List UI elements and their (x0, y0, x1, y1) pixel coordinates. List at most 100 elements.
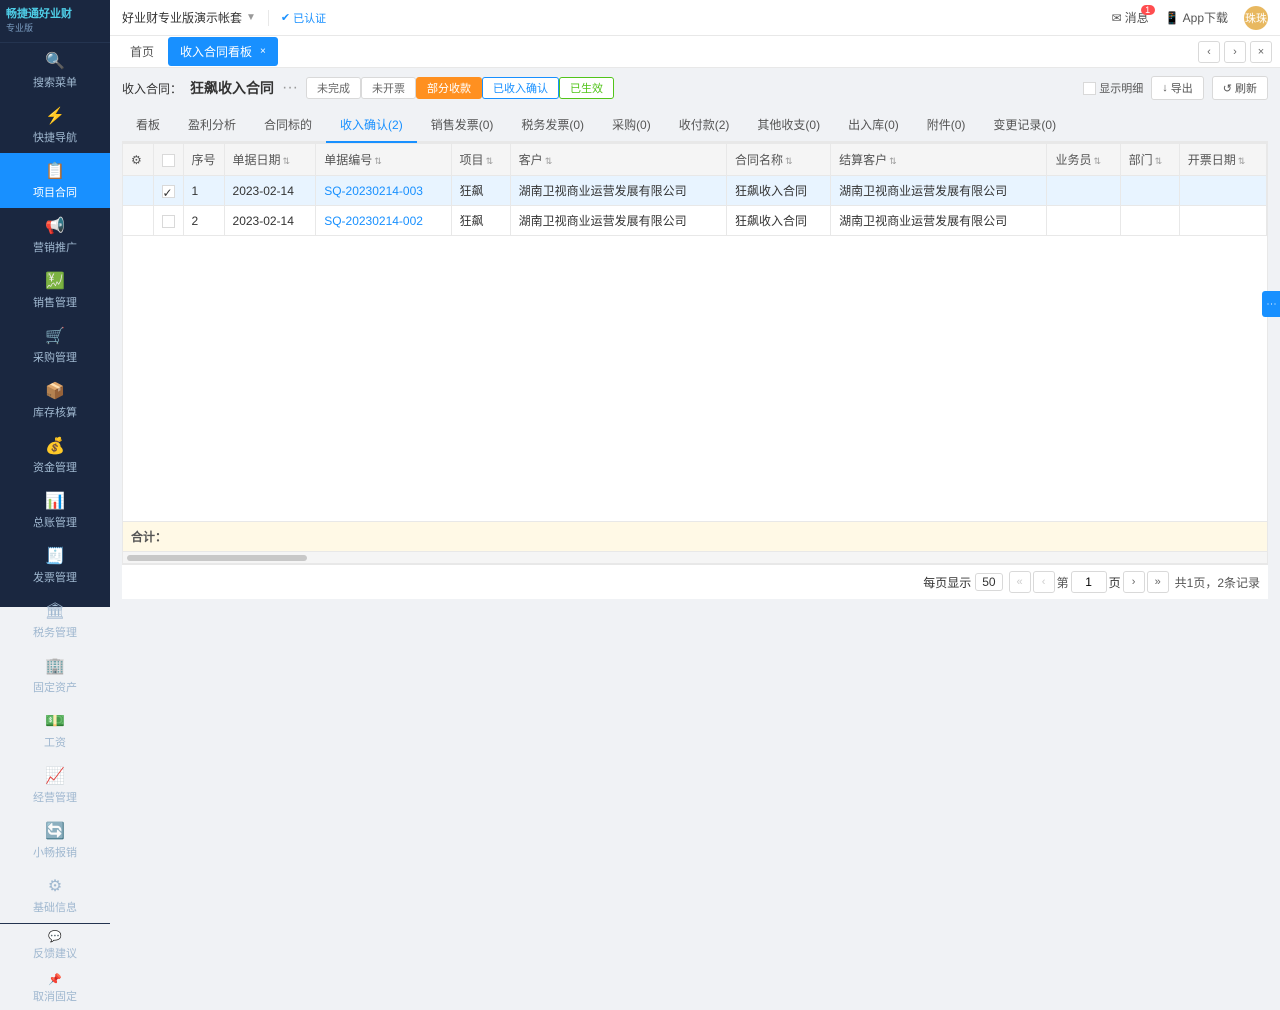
subtab-合同标的[interactable]: 合同标的 (250, 108, 326, 143)
sidebar-item-发票管理[interactable]: 🧾发票管理 (0, 538, 110, 593)
subtab-其他收支[interactable]: 其他收支(0) (743, 108, 834, 143)
th-结算客户[interactable]: 结算客户⇅ (831, 144, 1047, 176)
th-项目[interactable]: 项目⇅ (451, 144, 510, 176)
sidebar-item-搜索菜单[interactable]: 🔍搜索菜单 (0, 43, 110, 98)
refresh-label: 刷新 (1235, 80, 1257, 96)
sidebar-item-基础信息[interactable]: ⚙基础信息 (0, 868, 110, 923)
sidebar-item-税务管理[interactable]: 🏛税务管理 (0, 593, 110, 648)
app-download-label: App下载 (1183, 9, 1228, 26)
prev-page-button[interactable]: ‹ (1033, 571, 1055, 593)
th-部门[interactable]: 部门⇅ (1120, 144, 1179, 176)
tab-close-icon[interactable]: × (260, 46, 266, 57)
th-开票日期[interactable]: 开票日期⇅ (1179, 144, 1266, 176)
topbar-divider (268, 10, 269, 26)
subtab-税务发票[interactable]: 税务发票(0) (507, 108, 598, 143)
contract-header: 收入合同： 狂飙收入合同 ··· 未完成未开票部分收款已收入确认已生效 显示明细… (122, 76, 1268, 100)
contract-more-button[interactable]: ··· (282, 79, 298, 97)
bottom-icon: 📌 (48, 973, 62, 986)
status-btn-已收入确认[interactable]: 已收入确认 (482, 77, 559, 99)
subtab-bar: 看板盈利分析合同标的收入确认(2)销售发票(0)税务发票(0)采购(0)收付款(… (122, 108, 1268, 143)
page-number-input[interactable] (1071, 571, 1107, 593)
status-btn-部分收款[interactable]: 部分收款 (416, 77, 482, 99)
tab-contract-board[interactable]: 收入合同看板 × (168, 37, 278, 66)
subtab-收付款[interactable]: 收付款(2) (665, 108, 744, 143)
first-page-button[interactable]: « (1009, 571, 1031, 593)
user-avatar[interactable]: 珠珠 (1244, 6, 1268, 30)
status-btn-已生效[interactable]: 已生效 (559, 77, 614, 99)
subtab-销售发票[interactable]: 销售发票(0) (417, 108, 508, 143)
status-btn-未完成[interactable]: 未完成 (306, 77, 361, 99)
table-cell-10 (1120, 176, 1179, 206)
row-checkbox[interactable] (162, 215, 175, 228)
sidebar-label: 快捷导航 (33, 129, 77, 145)
table-cell-1[interactable] (153, 206, 183, 236)
show-detail-checkbox-area[interactable]: 显示明细 (1083, 80, 1143, 96)
page-content: 收入合同： 狂飙收入合同 ··· 未完成未开票部分收款已收入确认已生效 显示明细… (110, 68, 1280, 607)
order-link[interactable]: SQ-20230214-003 (324, 184, 423, 198)
sidebar-label: 经营管理 (33, 789, 77, 805)
sidebar-item-快捷导航[interactable]: ⚡快捷导航 (0, 98, 110, 153)
table-cell-4[interactable]: SQ-20230214-002 (316, 206, 451, 236)
settings-icon[interactable]: ⚙ (131, 153, 142, 167)
sidebar-bottom-取消固定[interactable]: 📌取消固定 (0, 967, 110, 1010)
sidebar-label: 税务管理 (33, 624, 77, 640)
th-checkbox (153, 144, 183, 176)
app-download-button[interactable]: 📱 App下载 (1165, 9, 1228, 26)
sidebar-item-工资[interactable]: 💵工资 (0, 703, 110, 758)
page-size-value[interactable]: 50 (975, 573, 1002, 591)
sidebar-bottom-反馈建议[interactable]: 💬反馈建议 (0, 924, 110, 967)
tab-home[interactable]: 首页 (118, 37, 166, 66)
th-业务员[interactable]: 业务员⇅ (1047, 144, 1120, 176)
sidebar-item-总账管理[interactable]: 📊总账管理 (0, 483, 110, 538)
th-单据编号[interactable]: 单据编号⇅ (316, 144, 451, 176)
subtab-看板[interactable]: 看板 (122, 108, 174, 143)
tab-prev-button[interactable]: ‹ (1198, 41, 1220, 63)
export-button[interactable]: ↓ 导出 (1151, 76, 1204, 100)
sort-icon: ⇅ (545, 156, 553, 166)
company-dropdown-icon: ▼ (246, 12, 256, 23)
sidebar-item-资金管理[interactable]: 💰资金管理 (0, 428, 110, 483)
company-selector[interactable]: 好业财专业版演示帐套 ▼ (122, 9, 256, 26)
right-floating-button[interactable]: ⋮ (1262, 291, 1280, 317)
order-link[interactable]: SQ-20230214-002 (324, 214, 423, 228)
sidebar-icon: 📈 (45, 766, 65, 786)
sidebar-item-采购管理[interactable]: 🛒采购管理 (0, 318, 110, 373)
table-cell-1[interactable]: ✓ (153, 176, 183, 206)
scroll-thumb[interactable] (127, 555, 307, 561)
sidebar-item-项目合同[interactable]: 📋项目合同 (0, 153, 110, 208)
th-单据日期[interactable]: 单据日期⇅ (224, 144, 316, 176)
subtab-附件[interactable]: 附件(0) (913, 108, 980, 143)
sidebar-item-经营管理[interactable]: 📈 经营管理 (0, 758, 110, 813)
table-row[interactable]: ✓12023-02-14SQ-20230214-003狂飙湖南卫视商业运营发展有… (123, 176, 1267, 206)
row-checkbox[interactable]: ✓ (162, 185, 175, 198)
sidebar-item-小畅报销[interactable]: 🔄小畅报销 (0, 813, 110, 868)
sidebar-item-固定资产[interactable]: 🏢固定资产 (0, 648, 110, 703)
message-button[interactable]: ✉ 消息 1 (1112, 9, 1149, 26)
refresh-button[interactable]: ↺ 刷新 (1212, 76, 1268, 100)
subtab-采购[interactable]: 采购(0) (598, 108, 665, 143)
show-detail-checkbox[interactable] (1083, 82, 1096, 95)
tab-close-all-button[interactable]: × (1250, 41, 1272, 63)
tab-next-button[interactable]: › (1224, 41, 1246, 63)
sort-icon: ⇅ (785, 156, 793, 166)
sidebar-item-库存核算[interactable]: 📦库存核算 (0, 373, 110, 428)
subtab-收入确认[interactable]: 收入确认(2) (326, 108, 417, 143)
table-cell-4[interactable]: SQ-20230214-003 (316, 176, 451, 206)
table-row[interactable]: 22023-02-14SQ-20230214-002狂飙湖南卫视商业运营发展有限… (123, 206, 1267, 236)
th-客户[interactable]: 客户⇅ (510, 144, 726, 176)
next-page-button[interactable]: › (1123, 571, 1145, 593)
sidebar-item-营销推广[interactable]: 📢营销推广 (0, 208, 110, 263)
page-word: 页 (1109, 574, 1121, 591)
subtab-盈利分析[interactable]: 盈利分析 (174, 108, 250, 143)
subtab-变更记录[interactable]: 变更记录(0) (979, 108, 1070, 143)
tab-home-label: 首页 (130, 43, 154, 60)
sidebar-icon: 🔍 (45, 51, 65, 71)
sidebar-label: 工资 (44, 734, 66, 750)
last-page-button[interactable]: » (1147, 571, 1169, 593)
status-btn-未开票[interactable]: 未开票 (361, 77, 416, 99)
sidebar-item-销售管理[interactable]: 💹销售管理 (0, 263, 110, 318)
horizontal-scrollbar[interactable] (122, 552, 1268, 564)
subtab-出入库[interactable]: 出入库(0) (834, 108, 913, 143)
select-all-checkbox[interactable] (162, 154, 175, 167)
th-合同名称[interactable]: 合同名称⇅ (727, 144, 831, 176)
